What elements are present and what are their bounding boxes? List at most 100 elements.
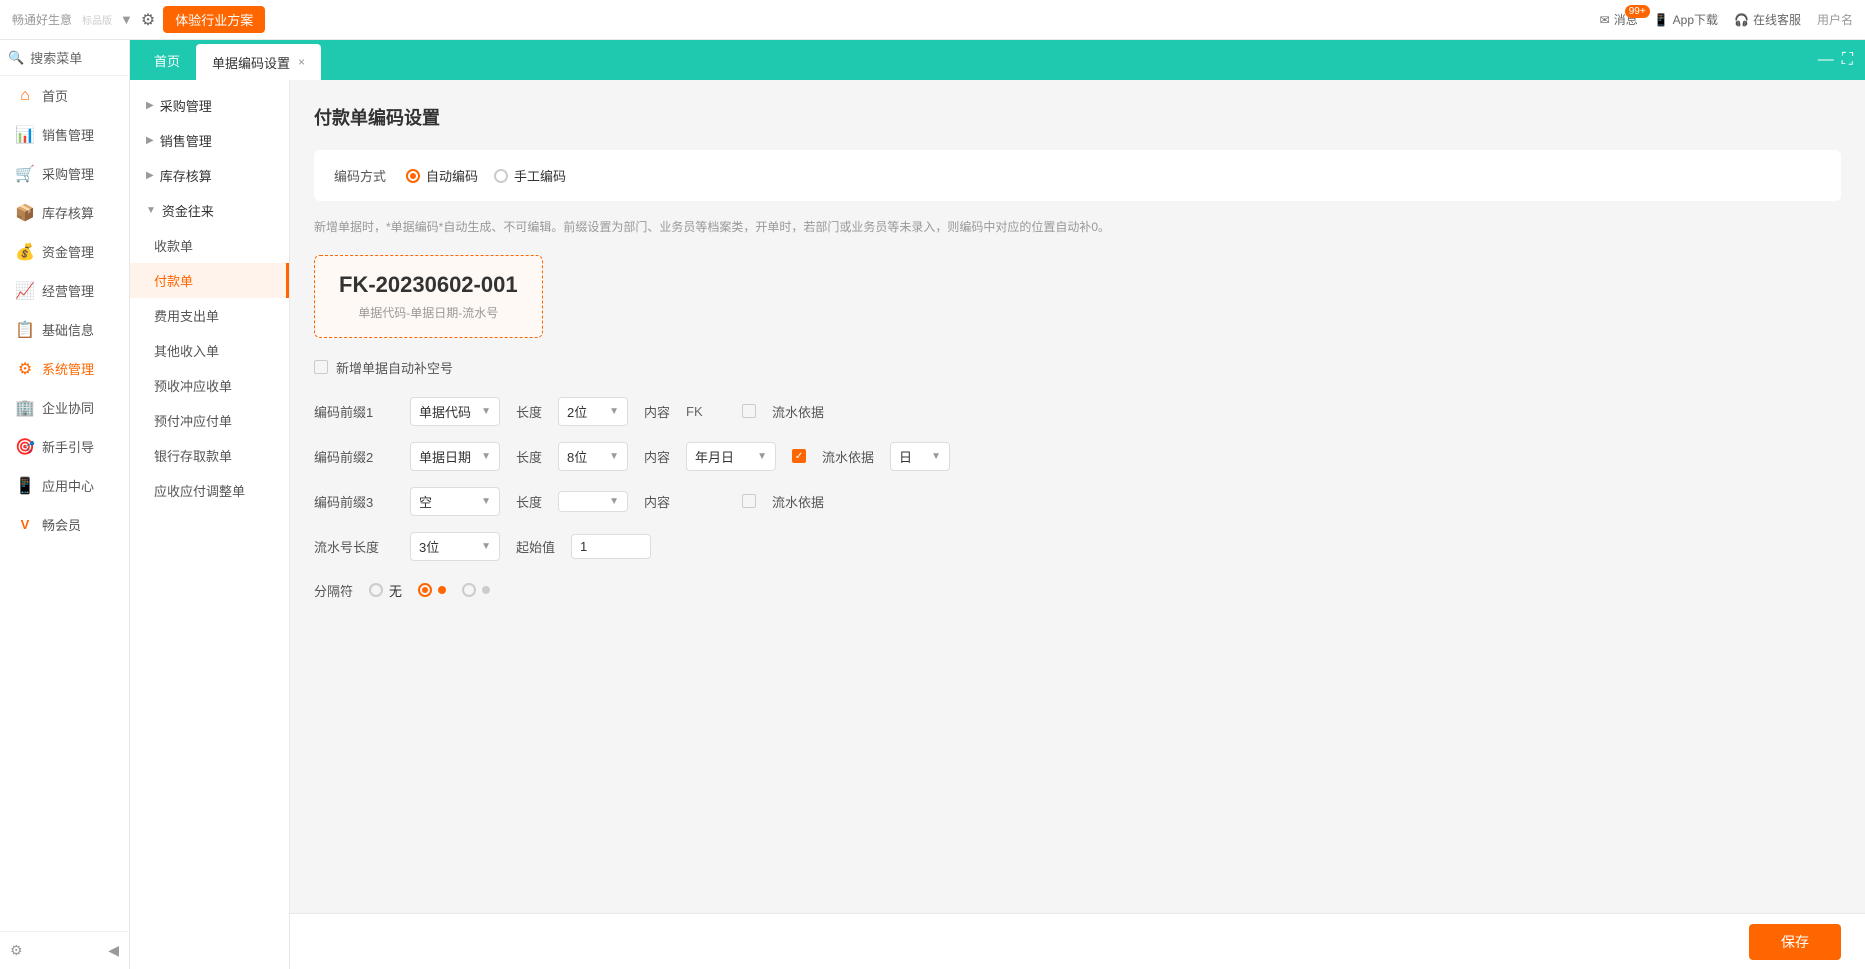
sep-none-radio[interactable]: 无 (369, 581, 402, 600)
tab-minimize-icon[interactable]: — (1818, 51, 1834, 69)
sub-item-other-income[interactable]: 其他收入单 (130, 333, 289, 368)
auto-encoding-radio-dot (406, 169, 420, 183)
stream1-checkbox[interactable] (742, 404, 756, 418)
tab-active-label: 单据编码设置 (212, 53, 290, 72)
auto-encoding-radio[interactable]: 自动编码 (406, 166, 478, 185)
group-arrow-icon3: ▶ (146, 170, 154, 181)
sep-dot1-symbol (438, 586, 446, 594)
top-bar-left: 畅通好生意 标品版 ▼ ⚙ 体验行业方案 (12, 6, 1592, 33)
sidebar-collapse-icon[interactable]: ◀ (108, 942, 119, 959)
sidebar-item-home[interactable]: ⌂ 首页 (0, 76, 129, 115)
length1-val: 2位 (567, 402, 587, 421)
basic-icon: 📋 (16, 321, 34, 339)
encoding-row: 编码方式 自动编码 手工编码 (334, 166, 1821, 185)
search-menu-btn[interactable]: 🔍 搜索菜单 (0, 40, 129, 76)
prefix3-caret: ▼ (481, 496, 491, 507)
sidebar-item-sales[interactable]: 📊 销售管理 (0, 115, 129, 154)
app-download-btn[interactable]: 📱 App下载 (1654, 11, 1718, 28)
tab-bar: 首页 单据编码设置 × — ⛶ (130, 40, 1865, 80)
stream1-label: 流水依据 (772, 402, 824, 421)
sidebar-item-appcenter[interactable]: 📱 应用中心 (0, 466, 129, 505)
sub-item-payment[interactable]: 付款单 (130, 263, 289, 298)
sidebar-item-basic[interactable]: 📋 基础信息 (0, 310, 129, 349)
inner-layout: ▶ 采购管理 ▶ 销售管理 ▶ 库存核算 (130, 80, 1865, 969)
sep-dot2-radio[interactable] (462, 583, 490, 597)
serial-select[interactable]: 3位 ▼ (410, 532, 500, 561)
sub-item-advance-receivable[interactable]: 预收冲应收单 (130, 368, 289, 403)
sidebar-bottom: ⚙ ◀ (0, 931, 129, 969)
sidebar-settings-icon[interactable]: ⚙ (10, 942, 23, 959)
length1-select[interactable]: 2位 ▼ (558, 397, 628, 426)
content2-select[interactable]: 年月日 ▼ (686, 442, 776, 471)
sidebar-inventory-label: 库存核算 (42, 203, 94, 222)
sidebar-item-newguide[interactable]: 🎯 新手引导 (0, 427, 129, 466)
stream2-checkbox[interactable]: ✓ (792, 449, 806, 463)
sub-group-purchase-title[interactable]: ▶ 采购管理 (130, 88, 289, 123)
tab-expand-icon[interactable]: ⛶ (1842, 51, 1853, 69)
message-icon: ✉ (1600, 13, 1610, 27)
sub-group-finance: ▼ 资金往来 收款单 付款单 费用支出单 其他收入单 预收冲应收单 预付冲应付单… (130, 193, 289, 508)
tab-active[interactable]: 单据编码设置 × (196, 44, 321, 80)
day-select[interactable]: 日 ▼ (890, 442, 950, 471)
content2-label: 内容 (644, 447, 670, 466)
user-avatar[interactable]: 用户名 (1817, 11, 1853, 28)
prefix2-select[interactable]: 单据日期 ▼ (410, 442, 500, 471)
industry-btn[interactable]: 体验行业方案 (163, 6, 265, 33)
sidebar-home-label: 首页 (42, 86, 68, 105)
auto-fill-checkbox[interactable] (314, 360, 328, 374)
sidebar-appcenter-label: 应用中心 (42, 476, 94, 495)
length3-select[interactable]: ▼ (558, 491, 628, 512)
edition-badge: 标品版 (82, 12, 112, 27)
online-service-btn[interactable]: 🎧 在线客服 (1734, 11, 1801, 28)
form-area: 付款单编码设置 编码方式 自动编码 (290, 80, 1865, 913)
sidebar-newguide-label: 新手引导 (42, 437, 94, 456)
length1-caret: ▼ (609, 406, 619, 417)
content2-caret: ▼ (757, 451, 767, 462)
sub-item-receipt[interactable]: 收款单 (130, 228, 289, 263)
sidebar-item-operation[interactable]: 📈 经营管理 (0, 271, 129, 310)
length2-val: 8位 (567, 447, 587, 466)
sidebar-sales-label: 销售管理 (42, 125, 94, 144)
search-icon: 🔍 (8, 50, 24, 66)
sub-item-adjust[interactable]: 应收应付调整单 (130, 473, 289, 508)
sidebar-item-enterprise[interactable]: 🏢 企业协同 (0, 388, 129, 427)
operation-icon: 📈 (16, 282, 34, 300)
sub-group-inventory-title[interactable]: ▶ 库存核算 (130, 158, 289, 193)
sidebar-item-inventory[interactable]: 📦 库存核算 (0, 193, 129, 232)
sep-dot2-radio-dot (462, 583, 476, 597)
save-button[interactable]: 保存 (1749, 924, 1841, 960)
sub-item-advance-payable[interactable]: 预付冲应付单 (130, 403, 289, 438)
tab-close-icon[interactable]: × (298, 55, 305, 69)
app-label: App下载 (1673, 11, 1718, 28)
sidebar-item-member[interactable]: V 畅会员 (0, 505, 129, 544)
sub-group-sales-title[interactable]: ▶ 销售管理 (130, 123, 289, 158)
sidebar-item-system[interactable]: ⚙ 系统管理 (0, 349, 129, 388)
message-btn[interactable]: ✉ 消息 99+ (1600, 11, 1638, 28)
sub-item-expense[interactable]: 费用支出单 (130, 298, 289, 333)
sub-item-bank[interactable]: 银行存取款单 (130, 438, 289, 473)
settings-icon[interactable]: ⚙ (141, 10, 155, 30)
code-example-sub: 单据代码-单据日期-流水号 (339, 304, 518, 321)
prefix1-select[interactable]: 单据代码 ▼ (410, 397, 500, 426)
sub-group-inventory-label: 库存核算 (160, 166, 212, 185)
sub-group-finance-label: 资金往来 (162, 201, 214, 220)
content3-label: 内容 (644, 492, 670, 511)
start-val-input[interactable]: 1 (571, 534, 651, 559)
hint-text: 新增单据时，*单据编码*自动生成、不可编辑。前缀设置为部门、业务员等档案类，开单… (314, 217, 1841, 239)
sidebar-item-purchase[interactable]: 🛒 采购管理 (0, 154, 129, 193)
content2-val: 年月日 (695, 447, 734, 466)
config-row-3: 编码前缀3 空 ▼ 长度 ▼ 内容 流水依据 (314, 487, 1841, 516)
sidebar-purchase-label: 采购管理 (42, 164, 94, 183)
sidebar-item-finance[interactable]: 💰 资金管理 (0, 232, 129, 271)
dropdown-arrow-icon[interactable]: ▼ (120, 12, 133, 27)
prefix3-select[interactable]: 空 ▼ (410, 487, 500, 516)
sep-dot1-radio[interactable] (418, 583, 446, 597)
group-arrow-icon4: ▼ (146, 205, 156, 216)
manual-encoding-radio[interactable]: 手工编码 (494, 166, 566, 185)
length2-select[interactable]: 8位 ▼ (558, 442, 628, 471)
sub-group-finance-title[interactable]: ▼ 资金往来 (130, 193, 289, 228)
prefix3-label: 编码前缀3 (314, 492, 394, 511)
prefix1-caret: ▼ (481, 406, 491, 417)
tab-home[interactable]: 首页 (138, 40, 196, 80)
stream3-checkbox[interactable] (742, 494, 756, 508)
